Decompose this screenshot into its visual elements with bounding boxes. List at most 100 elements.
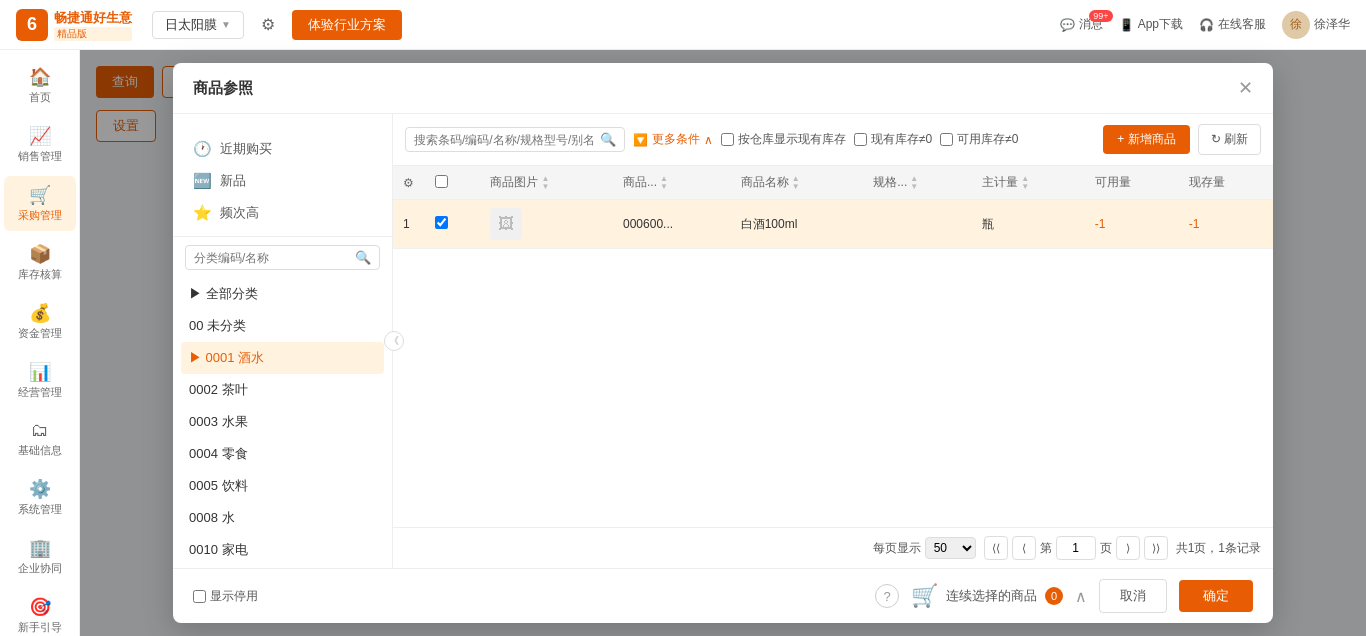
sales-icon: 📈 — [29, 125, 51, 147]
first-page-button[interactable]: ⟨⟨ — [984, 536, 1008, 560]
online-service-item[interactable]: 🎧 在线客服 — [1199, 16, 1266, 33]
category-water[interactable]: 0008 水 — [181, 502, 384, 534]
column-code[interactable]: 商品...▲▼ — [613, 166, 731, 200]
category-search-input[interactable] — [194, 251, 349, 265]
sidebar-item-operations[interactable]: 📊 经营管理 — [4, 353, 76, 408]
sidebar-item-inventory[interactable]: 📦 库存核算 — [4, 235, 76, 290]
sidebar-item-sales[interactable]: 📈 销售管理 — [4, 117, 76, 172]
row-code: 000600... — [613, 200, 731, 249]
sidebar-item-home[interactable]: 🏠 首页 — [4, 58, 76, 113]
refresh-button[interactable]: ↻ 刷新 — [1198, 124, 1261, 155]
show-disabled-label[interactable]: 显示停用 — [193, 588, 258, 605]
panel-collapse-button[interactable]: 《 — [384, 331, 404, 351]
cancel-button[interactable]: 取消 — [1099, 579, 1167, 613]
column-settings[interactable]: ⚙ — [393, 166, 425, 200]
filter-icon: 🔽 — [633, 133, 648, 147]
help-icon[interactable]: ? — [875, 584, 899, 608]
logo-badge: 精品版 — [54, 27, 132, 41]
operations-icon: 📊 — [29, 361, 51, 383]
column-spec[interactable]: 规格...▲▼ — [863, 166, 972, 200]
product-reference-modal: 商品参照 ✕ 🕐 近期购买 🆕 — [173, 63, 1273, 623]
column-available[interactable]: 可用量 — [1085, 166, 1179, 200]
stock-checkbox-label[interactable]: 现有库存≠0 — [854, 131, 932, 148]
category-all[interactable]: ▶ 全部分类 — [181, 278, 384, 310]
warehouse-checkbox-label[interactable]: 按仓库显示现有库存 — [721, 131, 846, 148]
collapse-cart-button[interactable]: ∧ — [1075, 587, 1087, 606]
cart-count-badge: 0 — [1045, 587, 1063, 605]
basics-icon: 🗂 — [31, 420, 49, 441]
home-icon: 🏠 — [29, 66, 51, 88]
row-stock: -1 — [1179, 200, 1273, 249]
column-stock[interactable]: 现存量 — [1179, 166, 1273, 200]
avail-checkbox[interactable] — [940, 133, 953, 146]
user-item[interactable]: 徐 徐泽华 — [1282, 11, 1350, 39]
trial-button[interactable]: 体验行业方案 — [292, 10, 402, 40]
page-number-input[interactable] — [1056, 536, 1096, 560]
purchase-icon: 🛒 — [29, 184, 51, 206]
category-liquor[interactable]: ▶ 0001 酒水 — [181, 342, 384, 374]
quick-item-recent[interactable]: 🕐 近期购买 — [185, 134, 380, 164]
category-appliance[interactable]: 0010 家电 — [181, 534, 384, 556]
sidebar-item-collab[interactable]: 🏢 企业协同 — [4, 529, 76, 584]
row-checkbox-cell[interactable] — [425, 200, 480, 249]
left-panel: 🕐 近期购买 🆕 新品 ⭐ 频次高 — [173, 114, 393, 568]
page-info: 共1页，1条记录 — [1176, 540, 1261, 557]
app-download-item[interactable]: 📱 App下载 — [1119, 16, 1183, 33]
next-page-button[interactable]: ⟩ — [1116, 536, 1140, 560]
per-page-dropdown[interactable]: 50 10 20 100 — [925, 537, 976, 559]
row-image-cell: 🖼 — [480, 200, 613, 249]
app-layout: 🏠 首页 📈 销售管理 🛒 采购管理 📦 库存核算 💰 资金管理 📊 经营管理 … — [0, 50, 1366, 636]
category-uncategorized[interactable]: 00 未分类 — [181, 310, 384, 342]
quick-item-new[interactable]: 🆕 新品 — [185, 166, 380, 196]
column-checkbox[interactable] — [425, 166, 480, 200]
logo-icon: 6 — [16, 9, 48, 41]
row-name: 白酒100ml — [731, 200, 864, 249]
system-icon: ⚙️ — [29, 478, 51, 500]
pagination: 每页显示 50 10 20 100 ⟨⟨ ⟨ — [393, 527, 1273, 568]
row-unit: 瓶 — [972, 200, 1084, 249]
category-search-icon: 🔍 — [355, 250, 371, 265]
sidebar-item-basics[interactable]: 🗂 基础信息 — [4, 412, 76, 466]
sidebar-item-finance[interactable]: 💰 资金管理 — [4, 294, 76, 349]
select-all-checkbox[interactable] — [435, 175, 448, 188]
per-page-select[interactable]: 每页显示 50 10 20 100 — [873, 537, 976, 559]
stock-checkbox[interactable] — [854, 133, 867, 146]
modal-close-button[interactable]: ✕ — [1238, 77, 1253, 99]
product-table-area: ⚙ 商品图片▲▼ 商品...▲▼ — [393, 166, 1273, 527]
prev-page-button[interactable]: ⟨ — [1012, 536, 1036, 560]
settings-icon[interactable]: ⚙ — [252, 9, 284, 41]
sidebar-item-purchase[interactable]: 🛒 采购管理 — [4, 176, 76, 231]
modal-title: 商品参照 — [193, 79, 253, 98]
modal-footer: 显示停用 ? 🛒 连续选择的商品 0 ∧ 取消 确定 — [173, 568, 1273, 623]
category-list: ▶ 全部分类 00 未分类 ▶ 0001 酒水 0002 茶叶 0003 水果 … — [173, 278, 392, 556]
headset-icon: 🎧 — [1199, 18, 1214, 32]
product-search-bar[interactable]: 🔍 — [405, 127, 625, 152]
category-fruit[interactable]: 0003 水果 — [181, 406, 384, 438]
quick-item-frequent[interactable]: ⭐ 频次高 — [185, 198, 380, 228]
show-disabled-checkbox[interactable] — [193, 590, 206, 603]
column-unit[interactable]: 主计量▲▼ — [972, 166, 1084, 200]
column-name[interactable]: 商品名称▲▼ — [731, 166, 864, 200]
column-image: 商品图片▲▼ — [480, 166, 613, 200]
last-page-button[interactable]: ⟩⟩ — [1144, 536, 1168, 560]
category-beverage[interactable]: 0005 饮料 — [181, 470, 384, 502]
warehouse-checkbox[interactable] — [721, 133, 734, 146]
category-snack[interactable]: 0004 零食 — [181, 438, 384, 470]
product-search-input[interactable] — [414, 133, 594, 147]
table-row[interactable]: 1 🖼 000600... 白酒100ml 瓶 — [393, 200, 1273, 249]
category-search[interactable]: 🔍 — [185, 245, 380, 270]
sidebar-item-guide[interactable]: 🎯 新手引导 — [4, 588, 76, 636]
sidebar-item-system[interactable]: ⚙️ 系统管理 — [4, 470, 76, 525]
add-product-button[interactable]: + 新增商品 — [1103, 125, 1189, 154]
search-icon: 🔍 — [600, 132, 616, 147]
row-checkbox[interactable] — [435, 216, 448, 229]
filter-button[interactable]: 🔽 更多条件 ∧ — [633, 131, 713, 148]
category-tea[interactable]: 0002 茶叶 — [181, 374, 384, 406]
avail-checkbox-label[interactable]: 可用库存≠0 — [940, 131, 1018, 148]
confirm-button[interactable]: 确定 — [1179, 580, 1253, 612]
notification-item[interactable]: 💬 消息 99+ — [1060, 16, 1103, 33]
store-dropdown[interactable]: 日太阳膜 ▼ — [152, 11, 244, 39]
row-available: -1 — [1085, 200, 1179, 249]
message-icon: 💬 — [1060, 18, 1075, 32]
new-icon: 🆕 — [193, 172, 212, 190]
